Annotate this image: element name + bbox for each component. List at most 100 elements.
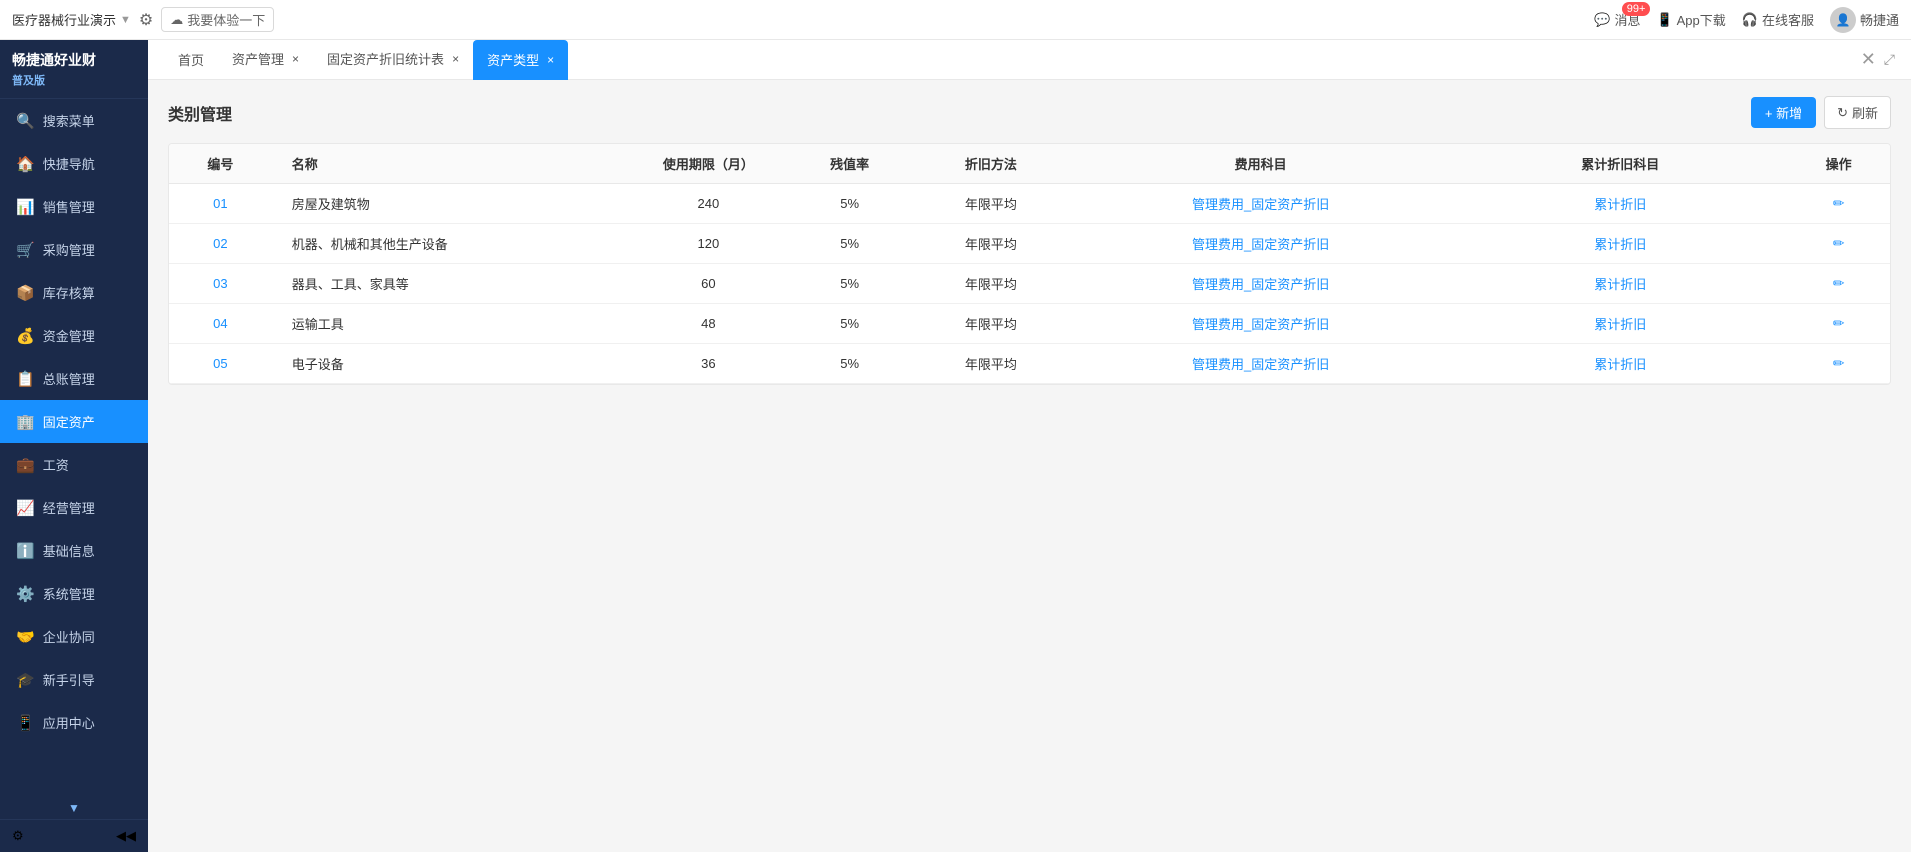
cell-expense: 管理费用_固定资产折旧 bbox=[1068, 224, 1453, 264]
guide-icon: 🎓 bbox=[16, 671, 35, 689]
sidebar-item-label: 固定资产 bbox=[43, 412, 95, 431]
cell-action: ✏ bbox=[1787, 224, 1890, 264]
cell-residual: 5% bbox=[785, 184, 913, 224]
cell-expense: 管理费用_固定资产折旧 bbox=[1068, 304, 1453, 344]
page-header: 类别管理 + 新增 ↻ 刷新 bbox=[168, 96, 1891, 129]
sidebar-item-operations[interactable]: 📈 经营管理 bbox=[0, 486, 148, 529]
cell-action: ✏ bbox=[1787, 304, 1890, 344]
tab-close-icon[interactable]: × bbox=[547, 53, 554, 67]
new-button[interactable]: + 新增 bbox=[1751, 97, 1816, 128]
col-header-expense: 费用科目 bbox=[1068, 144, 1453, 184]
logo-sub: 普及版 bbox=[12, 72, 45, 88]
cell-accum: 累计折旧 bbox=[1453, 264, 1787, 304]
tab-close-icon[interactable]: × bbox=[292, 52, 299, 66]
logo-main: 畅捷通好业财 bbox=[12, 50, 96, 70]
headset-icon: 🎧 bbox=[1742, 12, 1758, 28]
experience-label: 我要体验一下 bbox=[187, 10, 265, 29]
sidebar-item-sales[interactable]: 📊 销售管理 bbox=[0, 185, 148, 228]
sidebar-item-enterprise[interactable]: 🤝 企业协同 bbox=[0, 615, 148, 658]
edit-icon[interactable]: ✏ bbox=[1833, 195, 1845, 211]
cell-method: 年限平均 bbox=[914, 344, 1068, 384]
operations-icon: 📈 bbox=[16, 499, 35, 517]
refresh-button[interactable]: ↻ 刷新 bbox=[1824, 96, 1891, 129]
col-header-name: 名称 bbox=[272, 144, 632, 184]
cell-action: ✏ bbox=[1787, 184, 1890, 224]
cell-period: 36 bbox=[631, 344, 785, 384]
edit-icon[interactable]: ✏ bbox=[1833, 355, 1845, 371]
message-button[interactable]: 💬 消息 99+ bbox=[1594, 10, 1640, 29]
tab-asset-mgmt[interactable]: 资产管理 × bbox=[218, 40, 313, 80]
sidebar-item-label: 销售管理 bbox=[43, 197, 95, 216]
experience-button[interactable]: ☁ 我要体验一下 bbox=[161, 7, 274, 32]
edit-icon[interactable]: ✏ bbox=[1833, 235, 1845, 251]
header-actions: + 新增 ↻ 刷新 bbox=[1751, 96, 1891, 129]
app-download-button[interactable]: 📱 App下载 bbox=[1656, 10, 1725, 29]
cell-residual: 5% bbox=[785, 344, 913, 384]
sidebar-item-purchase[interactable]: 🛒 采购管理 bbox=[0, 228, 148, 271]
user-profile[interactable]: 👤 畅捷通 bbox=[1830, 7, 1899, 33]
sidebar-item-label: 系统管理 bbox=[43, 584, 95, 603]
sidebar-item-search[interactable]: 🔍 搜索菜单 bbox=[0, 99, 148, 142]
sidebar-scroll-down[interactable]: ▼ bbox=[0, 797, 148, 819]
cell-method: 年限平均 bbox=[914, 184, 1068, 224]
sidebar-item-label: 库存核算 bbox=[43, 283, 95, 302]
sidebar-item-payroll[interactable]: 💼 工资 bbox=[0, 443, 148, 486]
main-layout: 畅捷通好业财 普及版 🔍 搜索菜单 🏠 快捷导航 📊 销售管理 🛒 采购管理 📦… bbox=[0, 40, 1911, 852]
sidebar-item-finance[interactable]: 💰 资金管理 bbox=[0, 314, 148, 357]
cloud-icon: ☁ bbox=[170, 12, 183, 28]
online-service-button[interactable]: 🎧 在线客服 bbox=[1742, 10, 1814, 29]
tab-close-window-icon[interactable]: ✕ bbox=[1861, 49, 1876, 70]
cell-no: 05 bbox=[169, 344, 272, 384]
tab-depreciation[interactable]: 固定资产折旧统计表 × bbox=[313, 40, 473, 80]
collapse-icon[interactable]: ◀◀ bbox=[116, 828, 136, 844]
settings-icon[interactable]: ⚙ bbox=[12, 828, 24, 844]
tab-close-icon[interactable]: × bbox=[452, 52, 459, 66]
tab-right-controls: ✕ ⤢ bbox=[1861, 49, 1895, 70]
sidebar-item-appcenter[interactable]: 📱 应用中心 bbox=[0, 701, 148, 744]
tab-home[interactable]: 首页 bbox=[164, 40, 218, 80]
sidebar-item-label: 应用中心 bbox=[43, 713, 95, 732]
topbar-left: 医疗器械行业演示 ▼ ⚙ ☁ 我要体验一下 bbox=[12, 7, 274, 32]
cell-period: 240 bbox=[631, 184, 785, 224]
edit-icon[interactable]: ✏ bbox=[1833, 275, 1845, 291]
message-icon: 💬 bbox=[1594, 12, 1610, 28]
money-icon: 💰 bbox=[16, 327, 35, 345]
table-row: 02 机器、机械和其他生产设备 120 5% 年限平均 管理费用_固定资产折旧 … bbox=[169, 224, 1890, 264]
sidebar-item-guide[interactable]: 🎓 新手引导 bbox=[0, 658, 148, 701]
cell-period: 48 bbox=[631, 304, 785, 344]
col-header-accum: 累计折旧科目 bbox=[1453, 144, 1787, 184]
sidebar-item-label: 新手引导 bbox=[43, 670, 95, 689]
sidebar: 畅捷通好业财 普及版 🔍 搜索菜单 🏠 快捷导航 📊 销售管理 🛒 采购管理 📦… bbox=[0, 40, 148, 852]
table-row: 03 器具、工具、家具等 60 5% 年限平均 管理费用_固定资产折旧 累计折旧… bbox=[169, 264, 1890, 304]
sidebar-item-basic[interactable]: ℹ️ 基础信息 bbox=[0, 529, 148, 572]
sidebar-item-label: 企业协同 bbox=[43, 627, 95, 646]
sidebar-item-label: 基础信息 bbox=[43, 541, 95, 560]
sidebar-item-quicknav[interactable]: 🏠 快捷导航 bbox=[0, 142, 148, 185]
page-content: 类别管理 + 新增 ↻ 刷新 编号 名称 使用期限（月） bbox=[148, 80, 1911, 852]
col-header-residual: 残值率 bbox=[785, 144, 913, 184]
sidebar-item-ledger[interactable]: 📋 总账管理 bbox=[0, 357, 148, 400]
sidebar-item-system[interactable]: ⚙️ 系统管理 bbox=[0, 572, 148, 615]
tab-expand-icon[interactable]: ⤢ bbox=[1884, 51, 1895, 68]
data-table: 编号 名称 使用期限（月） 残值率 折旧方法 费用科目 累计折旧科目 操作 01… bbox=[168, 143, 1891, 385]
app-download-label: App下载 bbox=[1677, 10, 1726, 29]
tab-asset-type[interactable]: 资产类型 × bbox=[473, 40, 568, 80]
cell-expense: 管理费用_固定资产折旧 bbox=[1068, 184, 1453, 224]
sidebar-item-fixed[interactable]: 🏢 固定资产 bbox=[0, 400, 148, 443]
col-header-period: 使用期限（月） bbox=[631, 144, 785, 184]
demo-selector[interactable]: 医疗器械行业演示 ▼ bbox=[12, 10, 131, 29]
building-icon: 🏢 bbox=[16, 413, 35, 431]
refresh-label: 刷新 bbox=[1852, 103, 1878, 122]
topbar-right: 💬 消息 99+ 📱 App下载 🎧 在线客服 👤 畅捷通 bbox=[1594, 7, 1899, 33]
edit-icon[interactable]: ✏ bbox=[1833, 315, 1845, 331]
gear-icon[interactable]: ⚙ bbox=[139, 10, 153, 30]
col-header-method: 折旧方法 bbox=[914, 144, 1068, 184]
cell-expense: 管理费用_固定资产折旧 bbox=[1068, 264, 1453, 304]
app-icon: 📱 bbox=[16, 714, 35, 732]
sidebar-item-inventory[interactable]: 📦 库存核算 bbox=[0, 271, 148, 314]
username: 畅捷通 bbox=[1860, 10, 1899, 29]
col-header-action: 操作 bbox=[1787, 144, 1890, 184]
cart-icon: 🛒 bbox=[16, 241, 35, 259]
page-title: 类别管理 bbox=[168, 101, 232, 125]
cell-no: 01 bbox=[169, 184, 272, 224]
